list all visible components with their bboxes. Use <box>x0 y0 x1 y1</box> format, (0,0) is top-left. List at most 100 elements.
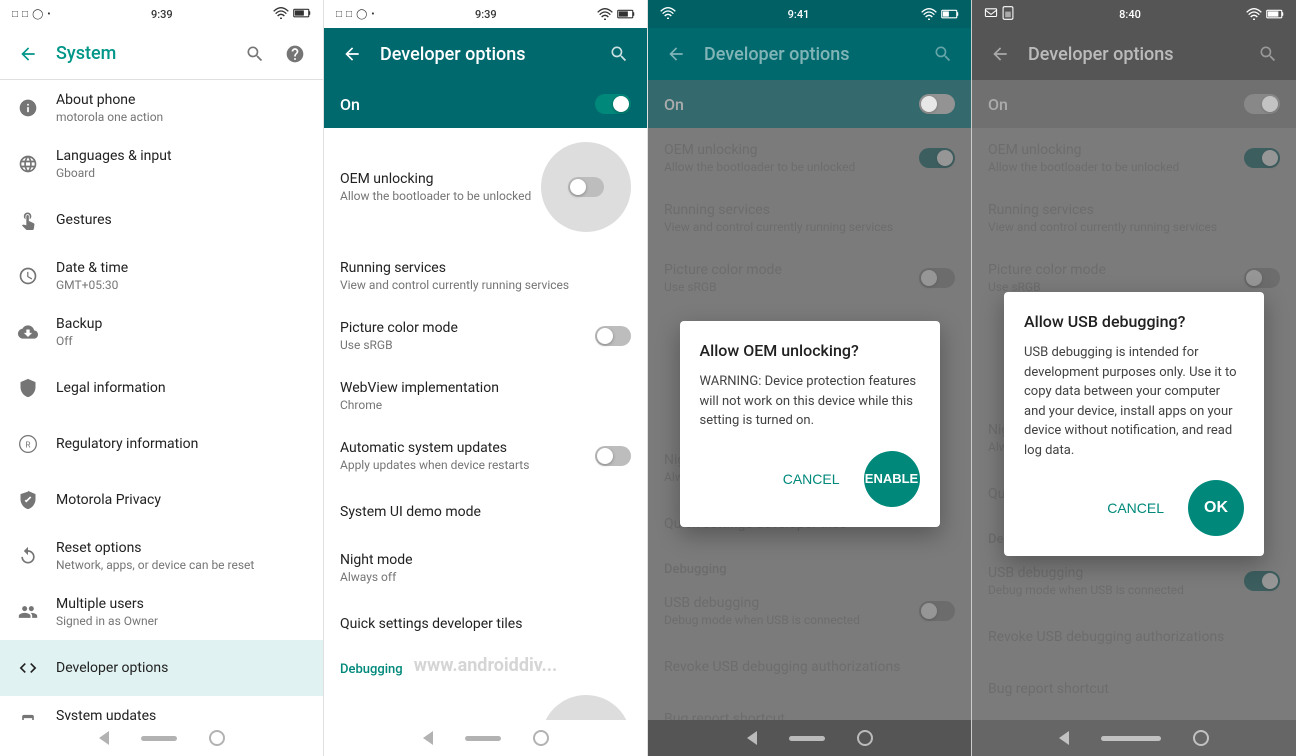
developer-toggle-2[interactable] <box>595 94 631 114</box>
demo-title-2: System UI demo mode <box>340 504 481 520</box>
home-nav-1[interactable] <box>141 736 177 741</box>
system-updates-icon <box>16 712 40 720</box>
home-nav-2[interactable] <box>465 736 501 741</box>
wifi-icon-2 <box>597 8 613 20</box>
motorola-privacy-text: Motorola Privacy <box>56 492 161 508</box>
search-button-1[interactable] <box>243 42 267 66</box>
sidebar-list: About phone motorola one action Language… <box>0 80 323 720</box>
oem-subtitle-2: Allow the bootloader to be unlocked <box>340 189 531 203</box>
recents-nav-3[interactable] <box>857 730 873 746</box>
datetime-text: Date & time GMT+05:30 <box>56 260 128 292</box>
demo-content-2: System UI demo mode <box>340 504 481 520</box>
sidebar-item-languages[interactable]: Languages & input Gboard <box>0 136 323 192</box>
on-label-2: On <box>340 95 360 114</box>
webview-subtitle-2: Chrome <box>340 398 499 412</box>
developer-toggle-thumb-2 <box>613 96 629 112</box>
sidebar-item-users[interactable]: Multiple users Signed in as Owner <box>0 584 323 640</box>
back-button-4[interactable] <box>988 42 1012 66</box>
sidebar-item-backup[interactable]: Backup Off <box>0 304 323 360</box>
night-content-2: Night mode Always off <box>340 552 413 584</box>
status-bar-2: □ □ ◯ • 9:39 <box>324 0 647 28</box>
sidebar-item-developer[interactable]: Developer options <box>0 640 323 696</box>
picture-toggle-thumb-2 <box>597 328 613 344</box>
back-nav-2[interactable] <box>423 731 433 745</box>
settings-autoupdate-2[interactable]: Automatic system updates Apply updates w… <box>324 426 647 486</box>
sidebar-item-privacy[interactable]: Motorola Privacy <box>0 472 323 528</box>
sidebar-item-datetime[interactable]: Date & time GMT+05:30 <box>0 248 323 304</box>
settings-oem-2[interactable]: OEM unlocking Allow the bootloader to be… <box>324 128 647 246</box>
developer-toggle-4 <box>1244 94 1280 114</box>
sidebar-item-regulatory[interactable]: R Regulatory information <box>0 416 323 472</box>
sidebar-item-reset[interactable]: Reset options Network, apps, or device c… <box>0 528 323 584</box>
settings-picture-2[interactable]: Picture color mode Use sRGB <box>324 306 647 366</box>
search-button-3[interactable] <box>931 42 955 66</box>
search-button-2[interactable] <box>607 42 631 66</box>
recents-nav-2[interactable] <box>533 730 549 746</box>
sidebar-item-about-phone[interactable]: About phone motorola one action <box>0 80 323 136</box>
quicksettings-content-2: Quick settings developer tiles <box>340 616 522 632</box>
sim-icon-4 <box>1002 6 1014 23</box>
about-icon <box>16 96 40 120</box>
oem-dialog-actions: Cancel Enable <box>700 451 920 507</box>
sidebar-item-system-updates[interactable]: System updates Updated to Android 9 <box>0 696 323 720</box>
status-icons-left-4 <box>984 6 1014 23</box>
home-nav-3[interactable] <box>789 736 825 741</box>
oem-ripple-container <box>541 142 631 232</box>
usb-dialog: Allow USB debugging? USB debugging is in… <box>1004 292 1264 556</box>
webview-content-2: WebView implementation Chrome <box>340 380 499 412</box>
sidebar-item-legal[interactable]: Legal information <box>0 360 323 416</box>
help-button-1[interactable] <box>283 42 307 66</box>
oem-title-2: OEM unlocking <box>340 171 531 187</box>
about-title: About phone <box>56 92 163 108</box>
on-header-2[interactable]: On <box>324 80 647 128</box>
sidebar-item-gestures[interactable]: Gestures <box>0 192 323 248</box>
settings-usb-2[interactable]: USB debugging Debug mode when USB is con… <box>324 681 647 720</box>
back-button-3[interactable] <box>664 42 688 66</box>
settings-running-2[interactable]: Running services View and control curren… <box>324 246 647 306</box>
users-text: Multiple users Signed in as Owner <box>56 596 158 628</box>
back-nav-3[interactable] <box>747 731 757 745</box>
status-bar-1: □ □ ◯ • 9:39 <box>0 0 323 28</box>
picture-toggle-2[interactable] <box>595 326 631 346</box>
settings-demo-2[interactable]: System UI demo mode <box>324 486 647 538</box>
back-nav-4[interactable] <box>1059 731 1069 745</box>
regulatory-text: Regulatory information <box>56 436 198 452</box>
oem-toggle-2[interactable] <box>568 177 604 197</box>
recents-nav-1[interactable] <box>209 730 225 746</box>
recents-nav-4[interactable] <box>1193 730 1209 746</box>
vpn-icon: ◯ <box>32 9 43 20</box>
oem-dialog-title: Allow OEM unlocking? <box>700 341 920 360</box>
settings-quicksettings-2[interactable]: Quick settings developer tiles <box>324 598 647 650</box>
backup-subtitle: Off <box>56 334 102 348</box>
reset-title: Reset options <box>56 540 254 556</box>
search-button-4[interactable] <box>1256 42 1280 66</box>
panel-usb-dialog: 8:40 Developer options On OEM unlocking … <box>972 0 1296 756</box>
gestures-title: Gestures <box>56 212 112 228</box>
settings-night-2[interactable]: Night mode Always off <box>324 538 647 598</box>
autoupdate-subtitle-2: Apply updates when device restarts <box>340 458 529 472</box>
back-button-1[interactable] <box>16 42 40 66</box>
dimmed-settings-3: OEM unlocking Allow the bootloader to be… <box>648 128 971 720</box>
oem-enable-button[interactable]: Enable <box>864 451 920 507</box>
usb-cancel-button[interactable]: Cancel <box>1091 480 1180 536</box>
night-subtitle-2: Always off <box>340 570 413 584</box>
oem-cancel-button[interactable]: Cancel <box>767 451 856 507</box>
settings-webview-2[interactable]: WebView implementation Chrome <box>324 366 647 426</box>
running-title-2: Running services <box>340 260 569 276</box>
autoupdate-toggle-2[interactable] <box>595 446 631 466</box>
reset-text: Reset options Network, apps, or device c… <box>56 540 254 572</box>
developer-text: Developer options <box>56 660 168 676</box>
status-icons-left: □ □ ◯ • <box>12 9 51 20</box>
languages-title: Languages & input <box>56 148 172 164</box>
app-bar-developer-2: Developer options <box>324 28 647 80</box>
regulatory-title: Regulatory information <box>56 436 198 452</box>
back-button-2[interactable] <box>340 42 364 66</box>
home-nav-4[interactable] <box>1101 736 1161 741</box>
dialog-overlay-3: Allow OEM unlocking? WARNING: Device pro… <box>648 128 971 720</box>
usb-ok-button[interactable]: OK <box>1188 480 1244 536</box>
back-nav-1[interactable] <box>99 731 109 745</box>
panel-system-settings: □ □ ◯ • 9:39 System <box>0 0 324 756</box>
on-label-3: On <box>664 95 684 114</box>
running-content-2: Running services View and control curren… <box>340 260 569 292</box>
system-updates-text: System updates Updated to Android 9 <box>56 708 169 720</box>
